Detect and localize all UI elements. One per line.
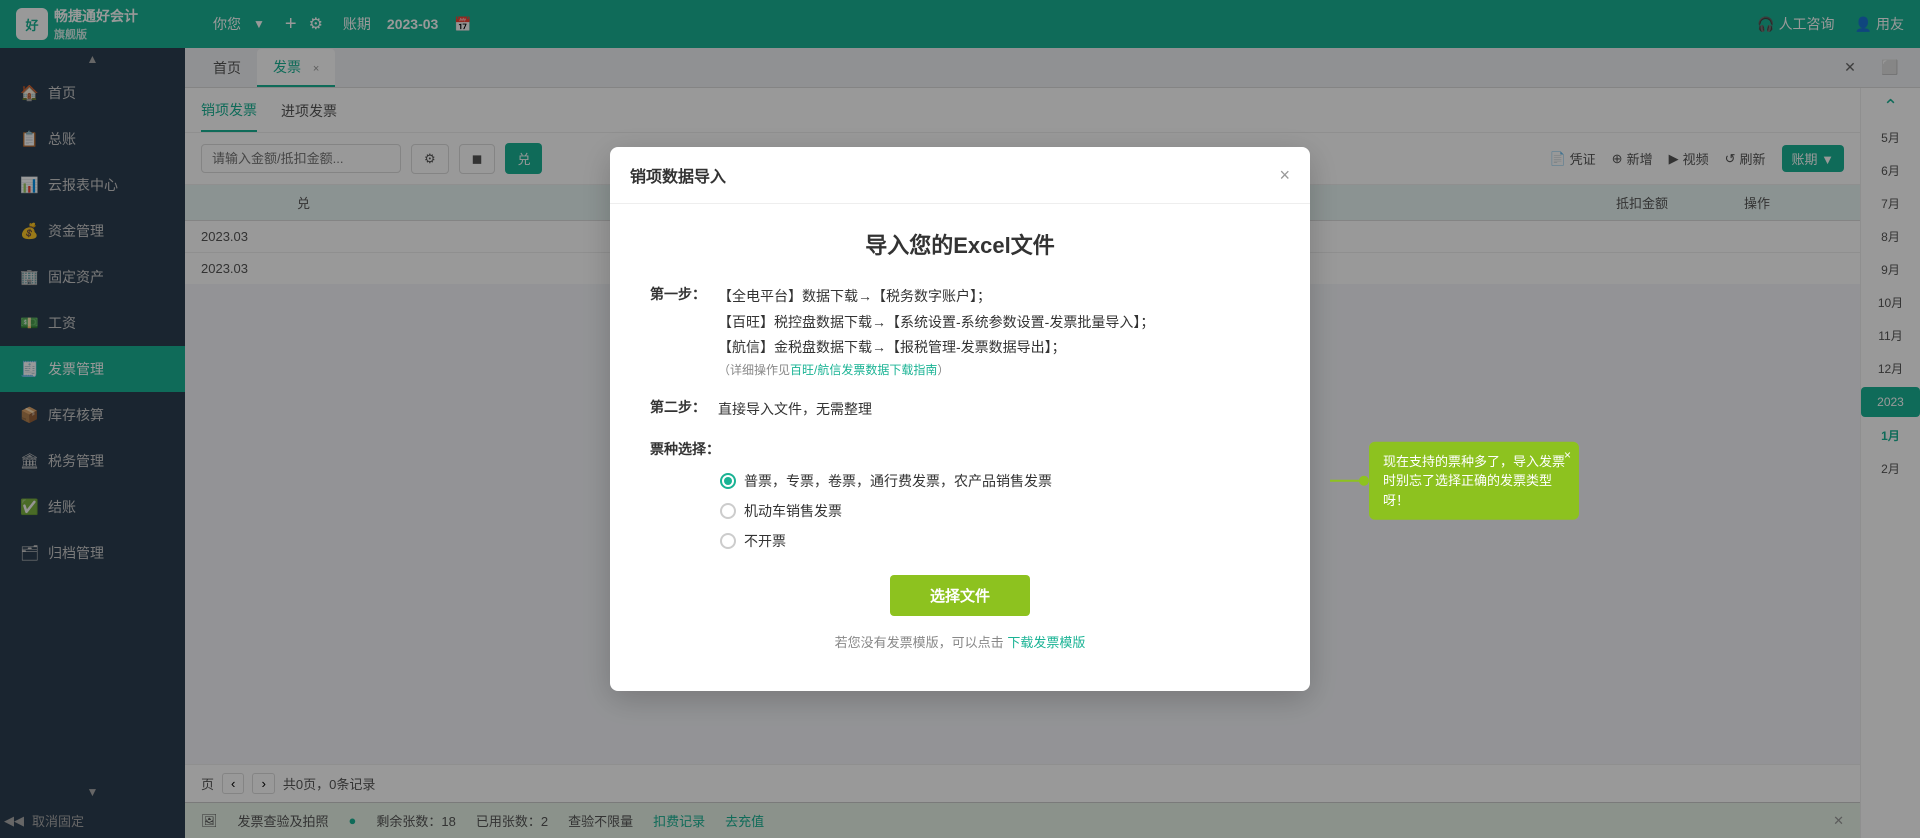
step1-label: 第一步：	[650, 284, 706, 304]
modal-body: 导入您的Excel文件 第一步： 【全电平台】数据下载→【税务数字账户】； 【百…	[610, 204, 1310, 690]
radio-1-label: 普票，专票，卷票，通行费发票，农产品销售发票	[744, 471, 1052, 491]
tooltip-line	[1330, 480, 1360, 482]
modal-header: 销项数据导入 ×	[610, 147, 1310, 204]
modal-footer-hint: 若您没有发票模版，可以点击 下载发票模版	[650, 632, 1270, 667]
radio-2-label: 机动车销售发票	[744, 501, 842, 521]
tooltip-text: 现在支持的票种多了，导入发票时别忘了选择正确的发票类型呀！	[1383, 453, 1565, 507]
step1-content: 【全电平台】数据下载→【税务数字账户】； 【百旺】税控盘数据下载→【系统设置-系…	[718, 284, 1154, 381]
radio-option-3[interactable]: 不开票	[720, 531, 1270, 551]
step2-content: 直接导入文件，无需整理	[718, 397, 872, 422]
radio-option-1[interactable]: 普票，专票，卷票，通行费发票，农产品销售发票 × 现在支持的票种多了，导入发票时…	[720, 471, 1270, 491]
tooltip-container: × 现在支持的票种多了，导入发票时别忘了选择正确的发票类型呀！	[1330, 441, 1579, 520]
step1-link-hint: （详细操作见百旺/航信发票数据下载指南）	[718, 360, 1154, 382]
modal-overlay: 销项数据导入 × 导入您的Excel文件 第一步： 【全电平台】数据下载→【税务…	[0, 0, 1920, 838]
ticket-select-label: 票种选择：	[650, 439, 1270, 459]
step-1: 第一步： 【全电平台】数据下载→【税务数字账户】； 【百旺】税控盘数据下载→【系…	[650, 284, 1270, 381]
modal-close-btn[interactable]: ×	[1279, 165, 1290, 186]
modal-big-title: 导入您的Excel文件	[650, 228, 1270, 260]
tooltip-dot	[1359, 476, 1369, 486]
radio-group: 普票，专票，卷票，通行费发票，农产品销售发票 × 现在支持的票种多了，导入发票时…	[720, 471, 1270, 551]
radio-1-circle	[720, 473, 736, 489]
tooltip-bubble: × 现在支持的票种多了，导入发票时别忘了选择正确的发票类型呀！	[1369, 441, 1579, 520]
radio-option-2[interactable]: 机动车销售发票	[720, 501, 1270, 521]
radio-2-circle	[720, 503, 736, 519]
step1-line1: 【全电平台】数据下载→【税务数字账户】；	[718, 284, 1154, 309]
step2-label: 第二步：	[650, 397, 706, 417]
step1-guide-link[interactable]: 百旺/航信发票数据下载指南	[790, 363, 937, 377]
select-file-btn[interactable]: 选择文件	[890, 575, 1030, 616]
download-template-link[interactable]: 下载发票模版	[1007, 635, 1085, 650]
radio-3-label: 不开票	[744, 531, 786, 551]
step2-text: 直接导入文件，无需整理	[718, 401, 872, 417]
ticket-select: 票种选择： 普票，专票，卷票，通行费发票，农产品销售发票 ×	[650, 439, 1270, 551]
tooltip-close-btn[interactable]: ×	[1564, 445, 1571, 463]
modal-title: 销项数据导入	[630, 163, 726, 187]
step-2: 第二步： 直接导入文件，无需整理	[650, 397, 1270, 422]
import-modal: 销项数据导入 × 导入您的Excel文件 第一步： 【全电平台】数据下载→【税务…	[610, 147, 1310, 690]
step1-line2: 【百旺】税控盘数据下载→【系统设置-系统参数设置-发票批量导入】；	[718, 310, 1154, 335]
step1-line3: 【航信】金税盘数据下载→【报税管理-发票数据导出】；	[718, 335, 1154, 360]
radio-3-circle	[720, 533, 736, 549]
